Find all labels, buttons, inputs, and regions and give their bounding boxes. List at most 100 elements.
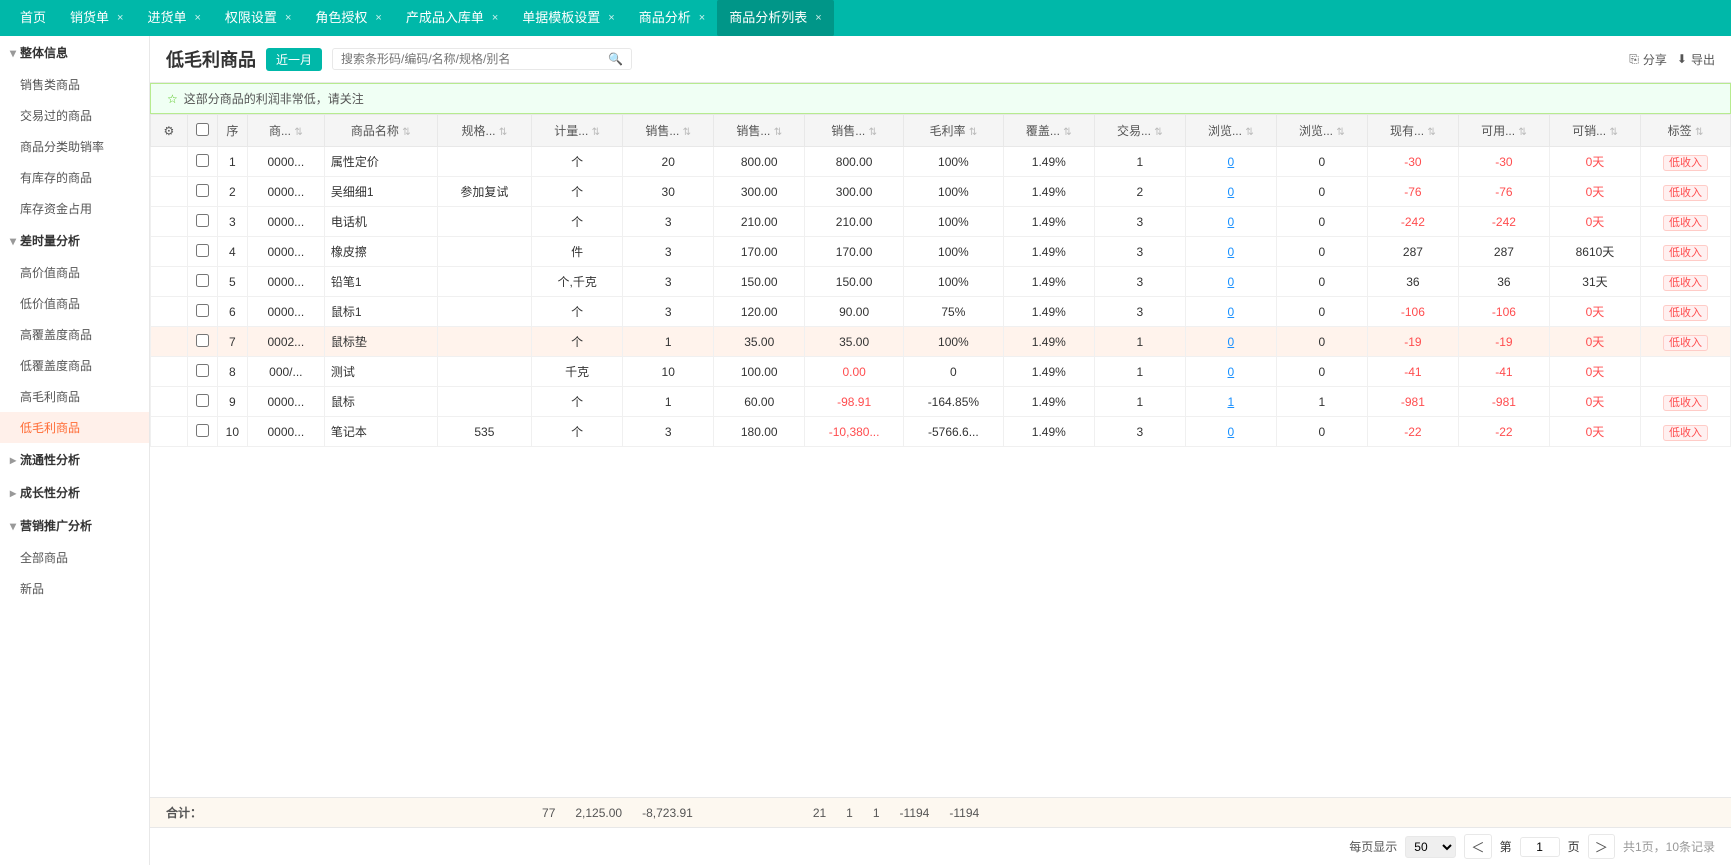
cell-checkbox[interactable] [187, 417, 217, 447]
sidebar-item-all-products[interactable]: 全部商品 [0, 542, 149, 573]
cell-view1[interactable]: 0 [1185, 237, 1276, 267]
nav-product-analysis[interactable]: 商品分析 × [627, 0, 717, 36]
th-avail[interactable]: 可用... ⇅ [1458, 115, 1549, 147]
th-sales2[interactable]: 销售... ⇅ [714, 115, 805, 147]
cell-view1[interactable]: 0 [1185, 357, 1276, 387]
th-tag[interactable]: 标签 ⇅ [1640, 115, 1730, 147]
row-checkbox[interactable] [196, 304, 209, 317]
nav-close-product-analysis-list[interactable]: × [815, 0, 821, 36]
cell-checkbox[interactable] [187, 297, 217, 327]
sidebar-item-low-coverage[interactable]: 低覆盖度商品 [0, 350, 149, 381]
share-button[interactable]: ⎘ 分享 [1629, 51, 1667, 68]
cell-view1[interactable]: 0 [1185, 297, 1276, 327]
row-checkbox[interactable] [196, 334, 209, 347]
th-name[interactable]: 商品名称 ⇅ [324, 115, 437, 147]
cell-checkbox[interactable] [187, 147, 217, 177]
sidebar-item-traded-products[interactable]: 交易过的商品 [0, 100, 149, 131]
row-checkbox[interactable] [196, 214, 209, 227]
nav-product-warehouse[interactable]: 产成品入库单 × [394, 0, 510, 36]
row-checkbox[interactable] [196, 424, 209, 437]
sidebar-item-low-margin[interactable]: 低毛利商品 [0, 412, 149, 443]
sidebar-item-capital-usage[interactable]: 库存资金占用 [0, 193, 149, 224]
nav-close-permissions[interactable]: × [285, 0, 291, 36]
th-settings[interactable]: ⚙ [151, 115, 188, 147]
sidebar-item-high-coverage[interactable]: 高覆盖度商品 [0, 319, 149, 350]
nav-close-role-auth[interactable]: × [375, 0, 381, 36]
th-spec[interactable]: 规格... ⇅ [437, 115, 532, 147]
cell-view1[interactable]: 0 [1185, 267, 1276, 297]
nav-product-analysis-list[interactable]: 商品分析列表 × [717, 0, 833, 36]
cell-txn: 3 [1094, 237, 1185, 267]
sidebar-item-high-margin[interactable]: 高毛利商品 [0, 381, 149, 412]
th-sellable[interactable]: 可销... ⇅ [1549, 115, 1640, 147]
sidebar-item-new-products[interactable]: 新品 [0, 573, 149, 604]
cell-view1[interactable]: 0 [1185, 327, 1276, 357]
cell-checkbox[interactable] [187, 207, 217, 237]
cell-checkbox[interactable] [187, 267, 217, 297]
sidebar-group-liquidity[interactable]: ▸ 流通性分析 [0, 443, 149, 476]
th-sales3[interactable]: 销售... ⇅ [805, 115, 904, 147]
cell-view1[interactable]: 0 [1185, 177, 1276, 207]
th-txn[interactable]: 交易... ⇅ [1094, 115, 1185, 147]
sidebar-group-growth[interactable]: ▸ 成长性分析 [0, 476, 149, 509]
sidebar-group-marketing[interactable]: ▾ 营销推广分析 [0, 509, 149, 542]
th-stock[interactable]: 现有... ⇅ [1367, 115, 1458, 147]
date-filter-button[interactable]: 近一月 [266, 48, 322, 71]
prev-page-button[interactable]: ＜ [1464, 834, 1491, 859]
th-coverage[interactable]: 覆盖... ⇅ [1003, 115, 1094, 147]
nav-close-template-settings[interactable]: × [608, 0, 614, 36]
nav-close-sales-order[interactable]: × [117, 0, 123, 36]
nav-permissions[interactable]: 权限设置 × [213, 0, 303, 36]
nav-close-product-warehouse[interactable]: × [492, 0, 498, 36]
row-checkbox[interactable] [196, 154, 209, 167]
cell-view1[interactable]: 0 [1185, 417, 1276, 447]
cell-view1[interactable]: 0 [1185, 207, 1276, 237]
search-input[interactable] [341, 52, 604, 66]
row-checkbox[interactable] [196, 274, 209, 287]
nav-close-purchase-order[interactable]: × [194, 0, 200, 36]
nav-template-settings[interactable]: 单据模板设置 × [510, 0, 626, 36]
next-page-button[interactable]: ＞ [1588, 834, 1615, 859]
th-sales1[interactable]: 销售... ⇅ [623, 115, 714, 147]
th-code[interactable]: 商... ⇅ [247, 115, 324, 147]
row-checkbox[interactable] [196, 184, 209, 197]
cell-view1[interactable]: 1 [1185, 387, 1276, 417]
nav-sales-order[interactable]: 销货单 × [58, 0, 135, 36]
cell-view1[interactable]: 0 [1185, 147, 1276, 177]
cell-checkbox[interactable] [187, 177, 217, 207]
nav-home[interactable]: 首页 [8, 0, 58, 36]
export-icon: ⬇ [1677, 52, 1687, 66]
select-all-checkbox[interactable] [196, 123, 209, 136]
cell-unit: 千克 [532, 357, 623, 387]
sidebar-group-diff-analysis[interactable]: ▾ 差时量分析 [0, 224, 149, 257]
th-checkbox[interactable] [187, 115, 217, 147]
cell-checkbox[interactable] [187, 387, 217, 417]
cell-checkbox[interactable] [187, 327, 217, 357]
sidebar-item-sales-products[interactable]: 销售类商品 [0, 69, 149, 100]
cell-view2: 0 [1276, 207, 1367, 237]
th-unit[interactable]: 计量... ⇅ [532, 115, 623, 147]
page-number-input[interactable] [1520, 837, 1560, 857]
row-checkbox[interactable] [196, 394, 209, 407]
nav-close-product-analysis[interactable]: × [699, 0, 705, 36]
th-view1[interactable]: 浏览... ⇅ [1185, 115, 1276, 147]
th-view2[interactable]: 浏览... ⇅ [1276, 115, 1367, 147]
row-checkbox[interactable] [196, 364, 209, 377]
cell-margin: -164.85% [903, 387, 1003, 417]
nav-role-auth[interactable]: 角色授权 × [303, 0, 393, 36]
search-icon[interactable]: 🔍 [608, 52, 623, 66]
cell-checkbox[interactable] [187, 237, 217, 267]
cell-stock: -106 [1367, 297, 1458, 327]
export-button[interactable]: ⬇ 导出 [1677, 51, 1715, 68]
sidebar-item-low-value[interactable]: 低价值商品 [0, 288, 149, 319]
sidebar-item-category-sales[interactable]: 商品分类助销率 [0, 131, 149, 162]
sidebar-item-high-value[interactable]: 高价值商品 [0, 257, 149, 288]
row-checkbox[interactable] [196, 244, 209, 257]
th-margin[interactable]: 毛利率 ⇅ [903, 115, 1003, 147]
sidebar-item-stock-products[interactable]: 有库存的商品 [0, 162, 149, 193]
cell-checkbox[interactable] [187, 357, 217, 387]
nav-purchase-order[interactable]: 进货单 × [135, 0, 212, 36]
sidebar-group-general[interactable]: ▾ 整体信息 [0, 36, 149, 69]
cell-view2: 0 [1276, 177, 1367, 207]
page-size-select[interactable]: 50 20 100 [1405, 836, 1456, 858]
